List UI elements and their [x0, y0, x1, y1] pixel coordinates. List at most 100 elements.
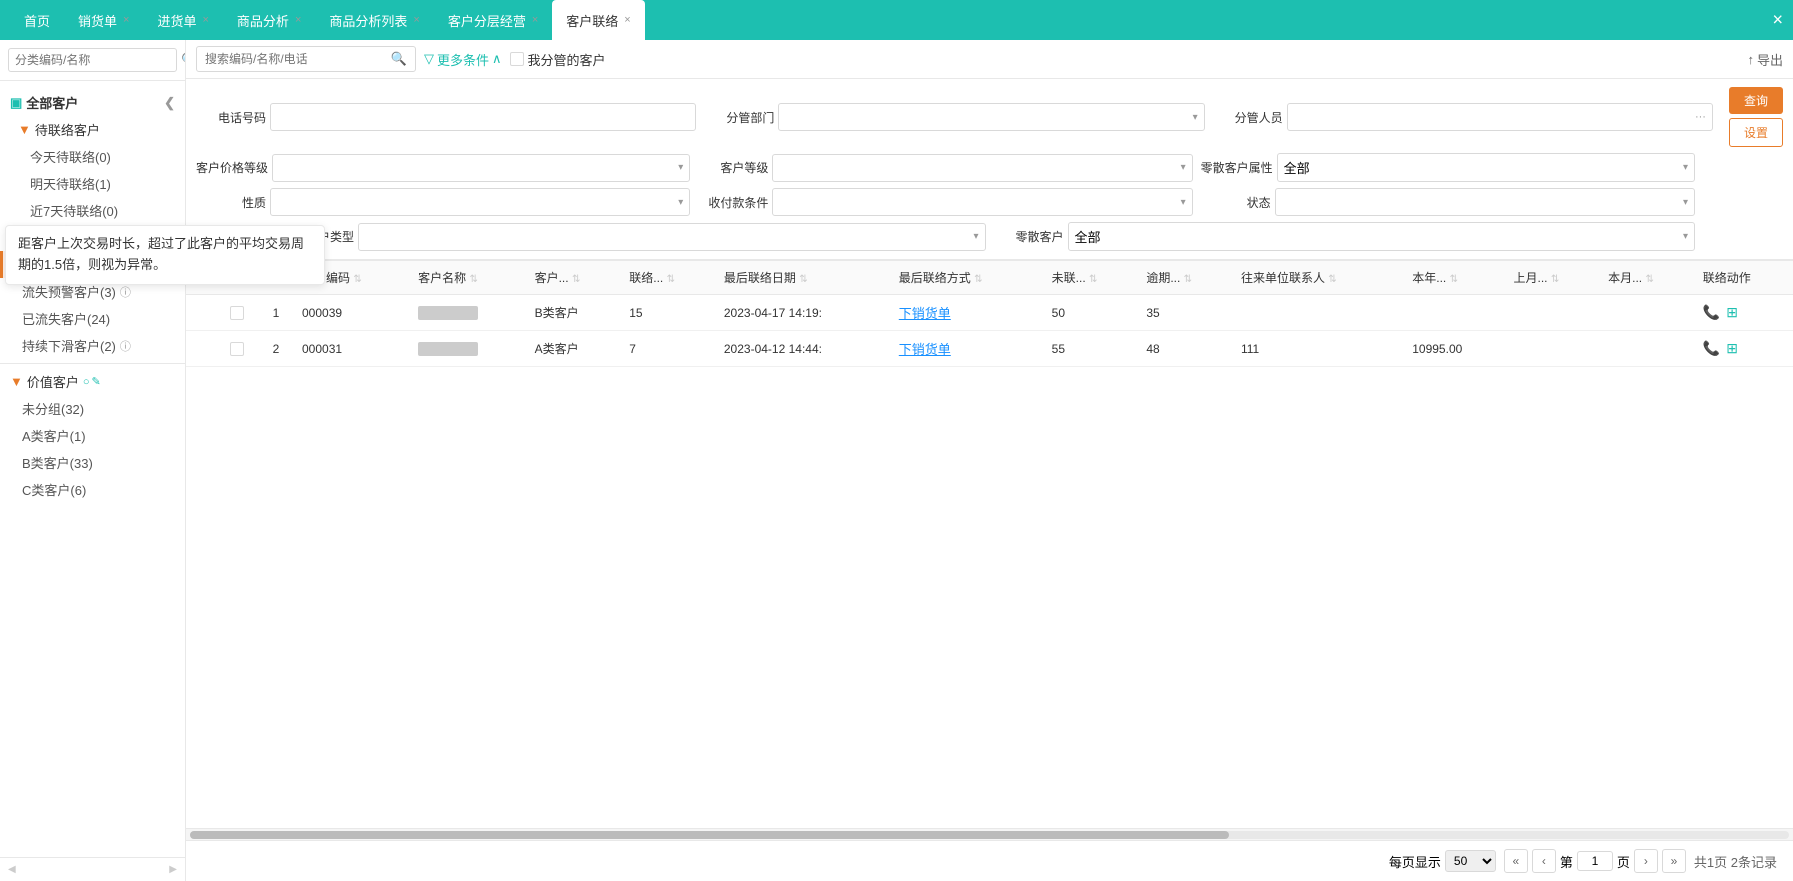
- query-button[interactable]: 查询: [1729, 87, 1783, 114]
- col-this-month[interactable]: 本月... ⇅: [1600, 261, 1695, 295]
- close-contact-icon[interactable]: ×: [624, 14, 630, 26]
- my-customer-check[interactable]: [510, 52, 524, 66]
- export-button[interactable]: ↑ 导出: [1747, 50, 1783, 69]
- nav-item-home[interactable]: 首页: [10, 0, 64, 40]
- current-page-input[interactable]: [1577, 851, 1613, 871]
- retail-customer-select[interactable]: 全部 ▾: [1068, 222, 1696, 251]
- pending-contact-title[interactable]: ▼ 待联络客户: [8, 116, 185, 143]
- sidebar-search-input[interactable]: [8, 48, 177, 72]
- row-last-method[interactable]: 下销货单: [891, 331, 1044, 367]
- phone-action-icon[interactable]: 📞: [1703, 340, 1720, 357]
- col-last-date[interactable]: 最后联络日期 ⇅: [716, 261, 891, 295]
- sidebar-item-tomorrow[interactable]: 明天待联络(1): [8, 170, 185, 197]
- col-last-method[interactable]: 最后联络方式 ⇅: [891, 261, 1044, 295]
- first-page-button[interactable]: «: [1504, 849, 1528, 873]
- filter-search-icon[interactable]: 🔍: [391, 51, 407, 67]
- my-customer-checkbox[interactable]: 我分管的客户: [510, 50, 606, 69]
- filter-manager: 分管人员 ···: [1213, 103, 1713, 131]
- more-action-icon[interactable]: ⊞: [1726, 340, 1738, 357]
- more-filters-button[interactable]: ▽ 更多条件 ∧: [424, 50, 502, 69]
- row-code[interactable]: 000039: [294, 295, 410, 331]
- close-sales-icon[interactable]: ×: [123, 14, 129, 26]
- sidebar-item-declining[interactable]: 持续下滑客户(2) ⓘ: [0, 332, 185, 359]
- phone-action-icon[interactable]: 📞: [1703, 304, 1720, 321]
- edit-icon[interactable]: ○: [83, 376, 90, 388]
- col-overdue[interactable]: 逾期... ⇅: [1138, 261, 1233, 295]
- sidebar-all-customers[interactable]: ▣ 全部客户 ❮: [0, 89, 185, 116]
- per-page-select[interactable]: 50 10 20 100: [1445, 850, 1496, 872]
- row-code[interactable]: 000031: [294, 331, 410, 367]
- nav-item-analysis[interactable]: 商品分析 ×: [223, 0, 315, 40]
- row-name[interactable]: [410, 295, 527, 331]
- close-purchase-icon[interactable]: ×: [202, 14, 208, 26]
- col-type[interactable]: 客户... ⇅: [527, 261, 622, 295]
- payment-label: 收付款条件: [698, 194, 768, 211]
- next-page-button[interactable]: ›: [1634, 849, 1658, 873]
- col-this-year[interactable]: 本年... ⇅: [1404, 261, 1505, 295]
- close-tier-icon[interactable]: ×: [532, 14, 538, 26]
- more-action-icon[interactable]: ⊞: [1726, 304, 1738, 321]
- nav-item-sales[interactable]: 销货单 ×: [64, 0, 143, 40]
- sidebar-item-churned[interactable]: 已流失客户(24): [0, 305, 185, 332]
- settings-button[interactable]: 设置: [1729, 118, 1783, 147]
- table-body: 1 000039 B类客户 15 2023-04-17 14:19: 下销货单 …: [186, 295, 1793, 367]
- nature-select[interactable]: ▾: [270, 188, 690, 216]
- col-name[interactable]: 客户名称 ⇅: [410, 261, 527, 295]
- sidebar: 🔍 ▣ 全部客户 ❮ ▼ 待联络客户 今天待联络(0) 明天待联络(1): [0, 40, 186, 881]
- close-analysis-list-icon[interactable]: ×: [413, 14, 419, 26]
- prev-page-button[interactable]: ‹: [1532, 849, 1556, 873]
- row-name[interactable]: [410, 331, 527, 367]
- row-index: 2: [258, 331, 294, 367]
- sidebar-item-class-c[interactable]: C类客户(6): [0, 476, 185, 503]
- close-analysis-icon[interactable]: ×: [295, 14, 301, 26]
- close-all-tabs-icon[interactable]: ×: [1772, 10, 1783, 31]
- sidebar-item-today[interactable]: 今天待联络(0): [8, 143, 185, 170]
- horizontal-scrollbar[interactable]: [186, 828, 1793, 840]
- price-level-select[interactable]: ▾: [272, 154, 690, 182]
- retail-customer-label: 零散客户: [994, 228, 1064, 245]
- sidebar-item-ungrouped[interactable]: 未分组(32): [0, 395, 185, 422]
- customer-type-select[interactable]: ▾: [358, 223, 986, 251]
- sort-lastmonth-icon: ⇅: [1551, 274, 1559, 285]
- nav-item-customer-tier[interactable]: 客户分层经营 ×: [434, 0, 552, 40]
- row-settings: [186, 295, 222, 331]
- manager-select[interactable]: ···: [1287, 103, 1713, 131]
- nature-arrow: ▾: [678, 197, 683, 208]
- col-contact[interactable]: 联络... ⇅: [621, 261, 716, 295]
- value-group-header[interactable]: ▼ 价值客户 ○ ✎: [0, 368, 185, 395]
- sidebar-item-class-b[interactable]: B类客户(33): [0, 449, 185, 476]
- sidebar-scroll-right[interactable]: ▶: [169, 864, 177, 875]
- table-row: 1 000039 B类客户 15 2023-04-17 14:19: 下销货单 …: [186, 295, 1793, 331]
- nav-item-customer-contact[interactable]: 客户联络 ×: [552, 0, 644, 40]
- dept-select[interactable]: ▾: [778, 103, 1204, 131]
- payment-select[interactable]: ▾: [772, 188, 1192, 216]
- edit2-icon[interactable]: ✎: [92, 375, 101, 388]
- manager-label: 分管人员: [1213, 109, 1283, 126]
- filter-search-input[interactable]: [205, 52, 387, 66]
- table-row: 2 000031 A类客户 7 2023-04-12 14:44: 下销货单 5…: [186, 331, 1793, 367]
- col-contact-person[interactable]: 往来单位联系人 ⇅: [1233, 261, 1404, 295]
- scrollbar-thumb[interactable]: [190, 831, 1229, 839]
- row-checkbox[interactable]: [222, 295, 258, 331]
- table-area[interactable]: ⚙ 客户编码 ⇅ 客户名称 ⇅ 客户... ⇅ 联络... ⇅ 最后联络日期 ⇅…: [186, 260, 1793, 828]
- col-last-month[interactable]: 上月... ⇅: [1506, 261, 1601, 295]
- sort-person-icon: ⇅: [1328, 274, 1336, 285]
- status-select[interactable]: ▾: [1275, 188, 1695, 216]
- nav-item-analysis-list[interactable]: 商品分析列表 ×: [315, 0, 433, 40]
- row-last-method[interactable]: 下销货单: [891, 295, 1044, 331]
- sidebar-item-7days[interactable]: 近7天待联络(0): [8, 197, 185, 224]
- row-check[interactable]: [230, 306, 244, 320]
- nav-item-purchase[interactable]: 进货单 ×: [143, 0, 222, 40]
- collapse-icon[interactable]: ❮: [164, 95, 175, 111]
- col-uncontacted[interactable]: 未联... ⇅: [1044, 261, 1139, 295]
- customer-level-select[interactable]: ▾: [772, 154, 1192, 182]
- last-page-button[interactable]: »: [1662, 849, 1686, 873]
- pagination: « ‹ 第 页 › »: [1504, 849, 1686, 873]
- row-check[interactable]: [230, 342, 244, 356]
- retail-attr-select[interactable]: 全部 ▾: [1277, 153, 1695, 182]
- sidebar-scroll-left[interactable]: ◀: [8, 864, 16, 875]
- row-checkbox[interactable]: [222, 331, 258, 367]
- sidebar-item-class-a[interactable]: A类客户(1): [0, 422, 185, 449]
- phone-input[interactable]: [270, 103, 696, 131]
- filter-search-box: 🔍: [196, 46, 416, 72]
